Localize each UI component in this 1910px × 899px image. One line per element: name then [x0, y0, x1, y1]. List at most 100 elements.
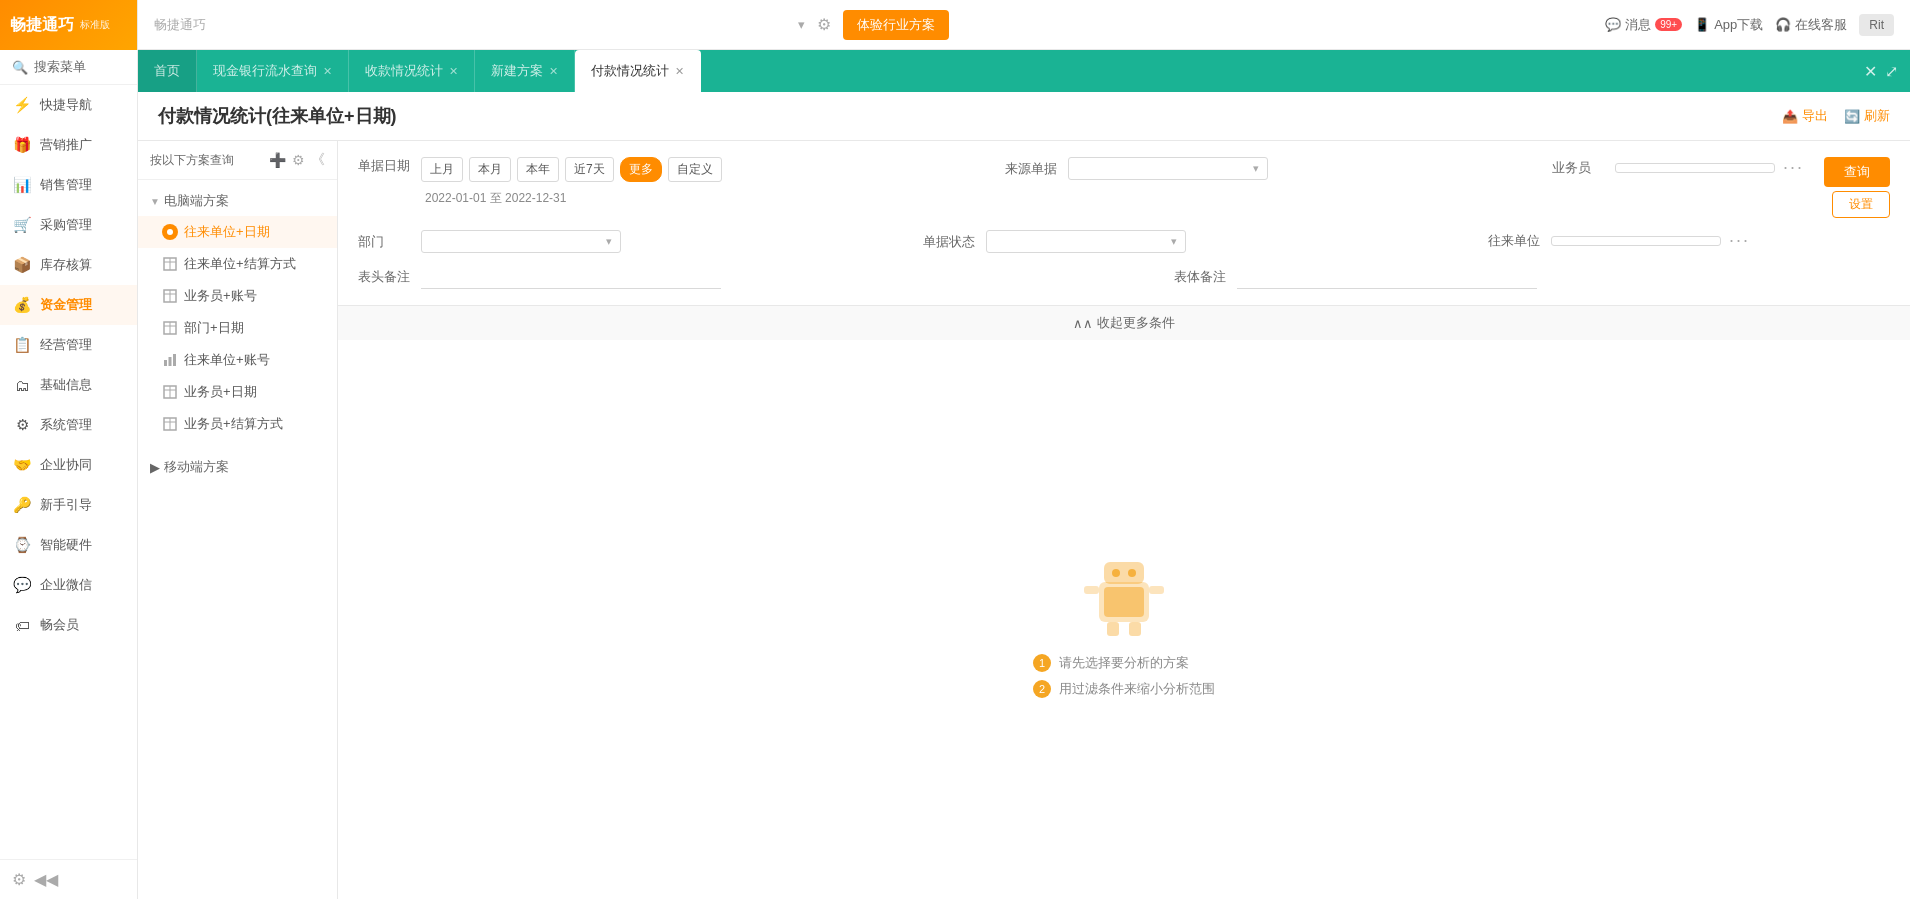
scheme-staff-date[interactable]: 业务员+日期 — [138, 376, 337, 408]
tab-new-scheme[interactable]: 新建方案 ✕ — [475, 50, 575, 92]
date-btn-this-month[interactable]: 本月 — [469, 157, 511, 182]
tab-bank[interactable]: 现金银行流水查询 ✕ — [197, 50, 349, 92]
sidebar-item-hardware[interactable]: ⌚ 智能硬件 — [0, 525, 137, 565]
topbar-dropdown-icon[interactable]: ▾ — [798, 17, 805, 32]
app-download-action[interactable]: 📱 App下载 — [1694, 16, 1763, 34]
date-btn-more[interactable]: 更多 — [620, 157, 662, 182]
scheme-unit-settle[interactable]: 往来单位+结算方式 — [138, 248, 337, 280]
filter-row-1: 单据日期 上月 本月 本年 近7天 更多 自定义 20 — [358, 157, 1890, 218]
dept-label: 部门 — [358, 233, 413, 251]
query-button[interactable]: 查询 — [1824, 157, 1890, 187]
sidebar-item-operation[interactable]: 📋 经营管理 — [0, 325, 137, 365]
scheme-unit-account[interactable]: 往来单位+账号 — [138, 344, 337, 376]
sidebar-item-wechat[interactable]: 💬 企业微信 — [0, 565, 137, 605]
system-icon: ⚙ — [12, 415, 32, 435]
body-remark-input[interactable] — [1237, 265, 1537, 289]
scheme-table3-icon — [162, 320, 178, 336]
sidebar-item-label: 资金管理 — [40, 296, 92, 314]
settings-scheme-icon[interactable]: ⚙ — [292, 152, 305, 168]
tab-pay-stats[interactable]: 付款情况统计 ✕ — [575, 50, 701, 92]
sidebar-item-system[interactable]: ⚙ 系统管理 — [0, 405, 137, 445]
section-arrow-icon: ▼ — [150, 196, 160, 207]
pay-stats-tab-close[interactable]: ✕ — [675, 65, 684, 78]
bank-tab-close[interactable]: ✕ — [323, 65, 332, 78]
date-btn-last-month[interactable]: 上月 — [421, 157, 463, 182]
sidebar-footer: ⚙ ◀◀ — [0, 859, 137, 899]
staff-more-icon[interactable]: ··· — [1783, 157, 1804, 178]
scheme-staff-settle[interactable]: 业务员+结算方式 — [138, 408, 337, 440]
service-label: 在线客服 — [1795, 16, 1847, 34]
mobile-section-toggle[interactable]: ▶ 移动端方案 — [138, 452, 337, 482]
sidebar-item-quick-nav[interactable]: ⚡ 快捷导航 — [0, 85, 137, 125]
settings-footer-icon[interactable]: ⚙ — [12, 870, 26, 889]
payment-stats-tab-close[interactable]: ✕ — [449, 65, 458, 78]
svg-point-22 — [1128, 569, 1136, 577]
tab-close-all-icon[interactable]: ✕ — [1864, 62, 1877, 81]
dept-select[interactable]: ▾ — [421, 230, 621, 253]
tab-home[interactable]: 首页 — [138, 50, 197, 92]
sidebar-item-member[interactable]: 🏷 畅会员 — [0, 605, 137, 645]
refresh-action[interactable]: 🔄 刷新 — [1844, 107, 1890, 125]
scheme-table-icon — [162, 256, 178, 272]
scheme-dept-date[interactable]: 部门+日期 — [138, 312, 337, 344]
doc-status-select[interactable]: ▾ — [986, 230, 1186, 253]
scheme-staff-account[interactable]: 业务员+账号 — [138, 280, 337, 312]
user-text: Rit — [1869, 18, 1884, 32]
date-btn-7days[interactable]: 近7天 — [565, 157, 614, 182]
sidebar-item-purchase[interactable]: 🛒 采购管理 — [0, 205, 137, 245]
collapse-panel-icon[interactable]: 《 — [311, 151, 325, 169]
user-info[interactable]: Rit — [1859, 14, 1894, 36]
header-remark-input[interactable] — [421, 265, 721, 289]
export-action[interactable]: 📤 导出 — [1782, 107, 1828, 125]
partner-more-icon[interactable]: ··· — [1729, 230, 1750, 251]
hardware-icon: ⌚ — [12, 535, 32, 555]
scheme-label: 往来单位+结算方式 — [184, 255, 296, 273]
sidebar-item-cooperation[interactable]: 🤝 企业协同 — [0, 445, 137, 485]
svg-rect-24 — [1129, 622, 1141, 636]
sidebar-item-finance[interactable]: 💰 资金管理 — [0, 285, 137, 325]
left-panel-icons: ➕ ⚙ 《 — [269, 151, 325, 169]
tabbar-controls: ✕ ⤢ — [1852, 50, 1910, 92]
main-area: 畅捷通巧 ▾ ⚙ 体验行业方案 💬 消息 99+ 📱 App下载 🎧 在线客服 … — [138, 0, 1910, 899]
collapse-sidebar-icon[interactable]: ◀◀ — [34, 870, 58, 889]
industry-btn[interactable]: 体验行业方案 — [843, 10, 949, 40]
scheme-label: 业务员+日期 — [184, 383, 257, 401]
new-scheme-tab-close[interactable]: ✕ — [549, 65, 558, 78]
hint-text-1: 请先选择要分析的方案 — [1059, 654, 1189, 672]
sidebar-item-label: 营销推广 — [40, 136, 92, 154]
sidebar-item-label: 采购管理 — [40, 216, 92, 234]
scheme-unit-date[interactable]: 往来单位+日期 — [138, 216, 337, 248]
service-action[interactable]: 🎧 在线客服 — [1775, 16, 1847, 34]
message-action[interactable]: 💬 消息 99+ — [1605, 16, 1682, 34]
tab-expand-icon[interactable]: ⤢ — [1885, 62, 1898, 81]
sidebar-item-guide[interactable]: 🔑 新手引导 — [0, 485, 137, 525]
sidebar-item-inventory[interactable]: 📦 库存核算 — [0, 245, 137, 285]
settings-button[interactable]: 设置 — [1832, 191, 1890, 218]
tabbar: 首页 现金银行流水查询 ✕ 收款情况统计 ✕ 新建方案 ✕ 付款情况统计 ✕ ✕… — [138, 50, 1910, 92]
tab-payment-stats[interactable]: 收款情况统计 ✕ — [349, 50, 475, 92]
member-icon: 🏷 — [12, 615, 32, 635]
topbar-settings-icon[interactable]: ⚙ — [817, 15, 831, 34]
svg-rect-9 — [164, 360, 167, 366]
search-menu[interactable]: 🔍 搜索菜单 — [0, 50, 137, 85]
desktop-section-toggle[interactable]: ▼ 电脑端方案 — [138, 186, 337, 216]
date-btn-custom[interactable]: 自定义 — [668, 157, 722, 182]
cooperation-icon: 🤝 — [12, 455, 32, 475]
left-panel-header: 按以下方案查询 ➕ ⚙ 《 — [138, 141, 337, 180]
sidebar-item-sales[interactable]: 📊 销售管理 — [0, 165, 137, 205]
sidebar-item-label: 企业微信 — [40, 576, 92, 594]
sidebar-item-marketing[interactable]: 🎁 营销推广 — [0, 125, 137, 165]
partner-select[interactable] — [1551, 236, 1721, 246]
right-panel: 单据日期 上月 本月 本年 近7天 更多 自定义 20 — [338, 141, 1910, 899]
app-label: App下载 — [1714, 16, 1763, 34]
source-select[interactable]: ▾ — [1068, 157, 1268, 180]
date-btn-this-year[interactable]: 本年 — [517, 157, 559, 182]
sidebar-header: 畅捷通巧 标准版 — [0, 0, 137, 50]
sidebar: 畅捷通巧 标准版 🔍 搜索菜单 ⚡ 快捷导航 🎁 营销推广 📊 销售管理 🛒 采… — [0, 0, 138, 899]
add-scheme-icon[interactable]: ➕ — [269, 152, 286, 168]
refresh-label: 刷新 — [1864, 107, 1890, 125]
collapse-btn[interactable]: ∧∧ 收起更多条件 — [338, 306, 1910, 340]
service-icon: 🎧 — [1775, 17, 1791, 32]
sidebar-item-basic-info[interactable]: 🗂 基础信息 — [0, 365, 137, 405]
staff-select[interactable] — [1615, 163, 1775, 173]
